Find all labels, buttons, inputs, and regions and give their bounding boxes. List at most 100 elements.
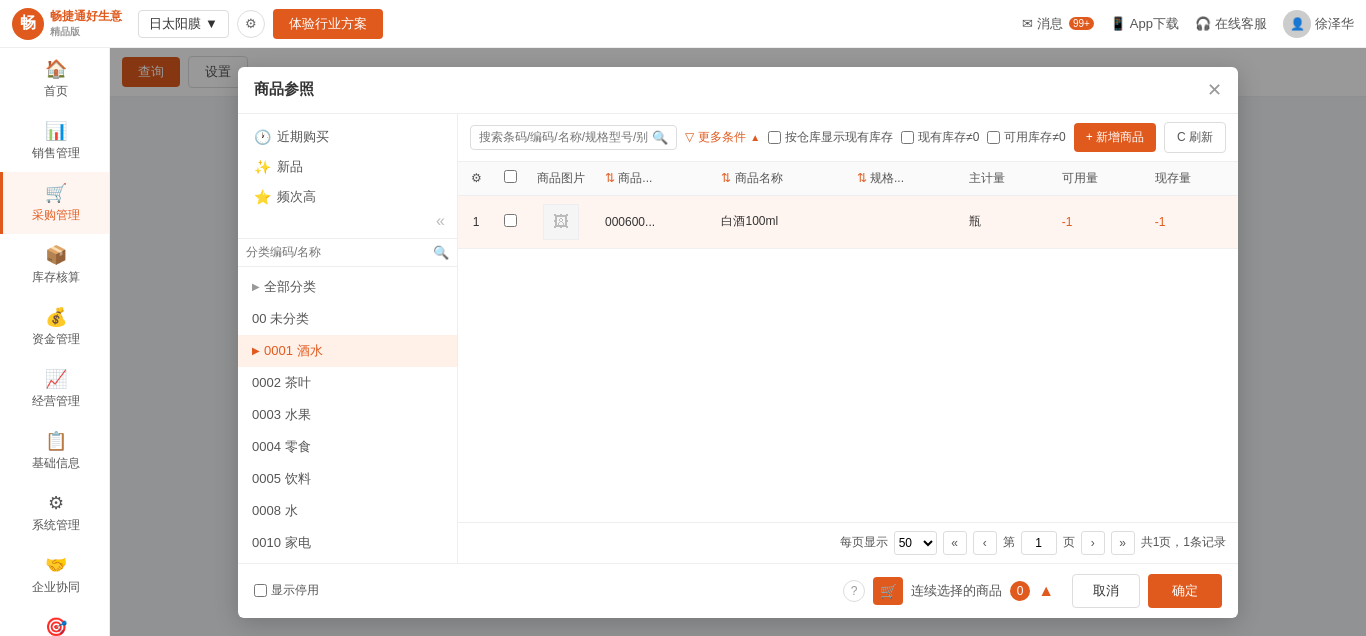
sort-icon: ⇅: [605, 171, 615, 185]
search-icon[interactable]: 🔍: [433, 245, 449, 260]
app-download-item[interactable]: 📱 App下载: [1110, 15, 1179, 33]
category-0004[interactable]: 0004 零食: [238, 431, 457, 463]
modal-overlay: 商品参照 ✕ 🕐 近期购买 ✨: [110, 48, 1366, 636]
nav-right: ✉ 消息 99+ 📱 App下载 🎧 在线客服 👤 徐泽华: [1022, 10, 1354, 38]
select-all-checkbox[interactable]: [504, 170, 517, 183]
modal-close-button[interactable]: ✕: [1207, 79, 1222, 101]
sidebar-item-system[interactable]: ⚙ 系统管理: [0, 482, 109, 544]
collapse-icon[interactable]: «: [436, 212, 445, 230]
checkbox-warehouse[interactable]: 按仓库显示现有库存: [768, 129, 893, 146]
row-current: -1: [1145, 195, 1238, 248]
quick-recent[interactable]: 🕐 近期购买: [246, 122, 449, 152]
sidebar-item-purchase[interactable]: 🛒 采购管理: [0, 172, 109, 234]
category-0005[interactable]: 0005 饮料: [238, 463, 457, 495]
message-badge: 99+: [1069, 17, 1094, 30]
col-product-name[interactable]: ⇅ 商品名称: [711, 162, 846, 196]
confirm-button[interactable]: 确定: [1148, 574, 1222, 608]
help-icon[interactable]: ?: [843, 580, 865, 602]
col-settings[interactable]: ⚙: [458, 162, 494, 196]
chevron-down-icon: ▼: [205, 16, 218, 31]
next-page-button[interactable]: ›: [1081, 531, 1105, 555]
message-icon: ✉: [1022, 16, 1033, 31]
service-item[interactable]: 🎧 在线客服: [1195, 15, 1267, 33]
sidebar-item-sales[interactable]: 📊 销售管理: [0, 110, 109, 172]
checkbox-nonzero-available-input[interactable]: [987, 131, 1000, 144]
sidebar-item-operation[interactable]: 📈 经营管理: [0, 358, 109, 420]
show-disabled-input[interactable]: [254, 584, 267, 597]
purchase-icon: 🛒: [45, 182, 67, 204]
row-available: -1: [1052, 195, 1145, 248]
modal-body: 🕐 近期购买 ✨ 新品 ⭐ 频次高: [238, 114, 1238, 563]
logo-area: 畅 畅捷通好生意 精品版: [12, 8, 122, 40]
category-0008[interactable]: 0008 水: [238, 495, 457, 527]
checkbox-warehouse-input[interactable]: [768, 131, 781, 144]
sidebar-item-enterprise[interactable]: 🤝 企业协同: [0, 544, 109, 606]
product-search-input[interactable]: [479, 130, 648, 144]
page-size-select[interactable]: 50 100 200: [894, 531, 937, 555]
product-image-placeholder: 🖼: [543, 204, 579, 240]
quick-frequent[interactable]: ⭐ 频次高: [246, 182, 449, 212]
refresh-button[interactable]: C 刷新: [1164, 122, 1226, 153]
category-0003[interactable]: 0003 水果: [238, 399, 457, 431]
message-item[interactable]: ✉ 消息 99+: [1022, 15, 1094, 33]
modal-header: 商品参照 ✕: [238, 67, 1238, 114]
row-checkbox[interactable]: [504, 214, 517, 227]
checkbox-nonzero-exist-input[interactable]: [901, 131, 914, 144]
arrow-right-icon: ▶: [252, 281, 260, 292]
category-00[interactable]: 00 未分类: [238, 303, 457, 335]
settings-icon[interactable]: ⚙: [237, 10, 265, 38]
checkbox-nonzero-available[interactable]: 可用库存≠0: [987, 129, 1065, 146]
sidebar-item-home[interactable]: 🏠 首页: [0, 48, 109, 110]
page-number-input[interactable]: [1021, 531, 1057, 555]
sidebar-item-basic[interactable]: 📋 基础信息: [0, 420, 109, 482]
quick-access: 🕐 近期购买 ✨ 新品 ⭐ 频次高: [238, 114, 457, 239]
category-all[interactable]: ▶ 全部分类: [238, 271, 457, 303]
trial-button[interactable]: 体验行业方案: [273, 9, 383, 39]
top-nav: 畅 畅捷通好生意 精品版 日太阳膜 ▼ ⚙ 体验行业方案 ✉ 消息 99+ 📱 …: [0, 0, 1366, 48]
filter-button[interactable]: ▽ 更多条件 ▲: [685, 129, 760, 146]
avatar: 👤: [1283, 10, 1311, 38]
category-0001[interactable]: ▶ 0001 酒水: [238, 335, 457, 367]
add-product-button[interactable]: + 新增商品: [1074, 123, 1156, 152]
checkbox-nonzero-exist[interactable]: 现有库存≠0: [901, 129, 979, 146]
quick-new[interactable]: ✨ 新品: [246, 152, 449, 182]
headphone-icon: 🎧: [1195, 16, 1211, 31]
system-icon: ⚙: [48, 492, 64, 514]
row-product-name: 白酒100ml: [711, 195, 846, 248]
row-unit: 瓶: [959, 195, 1052, 248]
sidebar-item-finance[interactable]: 💰 资金管理: [0, 296, 109, 358]
store-selector[interactable]: 日太阳膜 ▼: [138, 10, 229, 38]
sidebar-item-guide[interactable]: 🎯 新手引导: [0, 606, 109, 636]
arrow-right-icon-active: ▶: [252, 345, 260, 356]
col-spec[interactable]: ⇅ 规格...: [847, 162, 959, 196]
table-row[interactable]: 1 🖼 000600... 白酒100ml 瓶: [458, 195, 1238, 248]
row-checkbox-cell[interactable]: [494, 195, 527, 248]
category-search-input[interactable]: [246, 245, 429, 259]
cart-icon[interactable]: 🛒: [873, 577, 903, 605]
operation-icon: 📈: [45, 368, 67, 390]
col-checkbox-all[interactable]: [494, 162, 527, 196]
sales-icon: 📊: [45, 120, 67, 142]
category-search: 🔍: [238, 239, 457, 267]
category-0010[interactable]: 0010 家电: [238, 527, 457, 559]
last-page-button[interactable]: »: [1111, 531, 1135, 555]
home-icon: 🏠: [45, 58, 67, 80]
content-area: 查询 设置 商品参照 ✕ 🕐: [110, 48, 1366, 636]
col-available: 可用量: [1052, 162, 1145, 196]
modal-footer: 显示停用 ? 🛒 连续选择的商品 0 ▲ 取消 确定: [238, 563, 1238, 618]
col-product-code[interactable]: ⇅ 商品...: [595, 162, 711, 196]
search-magnify-icon[interactable]: 🔍: [652, 130, 668, 145]
cancel-button[interactable]: 取消: [1072, 574, 1140, 608]
left-panel: 🕐 近期购买 ✨ 新品 ⭐ 频次高: [238, 114, 458, 563]
sidebar-item-inventory[interactable]: 📦 库存核算: [0, 234, 109, 296]
user-item[interactable]: 👤 徐泽华: [1283, 10, 1354, 38]
first-page-button[interactable]: «: [943, 531, 967, 555]
prev-page-button[interactable]: ‹: [973, 531, 997, 555]
show-disabled-checkbox[interactable]: 显示停用: [254, 582, 319, 599]
category-0002[interactable]: 0002 茶叶: [238, 367, 457, 399]
main-layout: 🏠 首页 📊 销售管理 🛒 采购管理 📦 库存核算 💰 资金管理 📈 经营管理 …: [0, 48, 1366, 636]
row-num: 1: [458, 195, 494, 248]
cart-label: 连续选择的商品: [911, 582, 1002, 600]
logo-icon: 畅: [12, 8, 44, 40]
cart-collapse-icon[interactable]: ▲: [1038, 582, 1054, 600]
